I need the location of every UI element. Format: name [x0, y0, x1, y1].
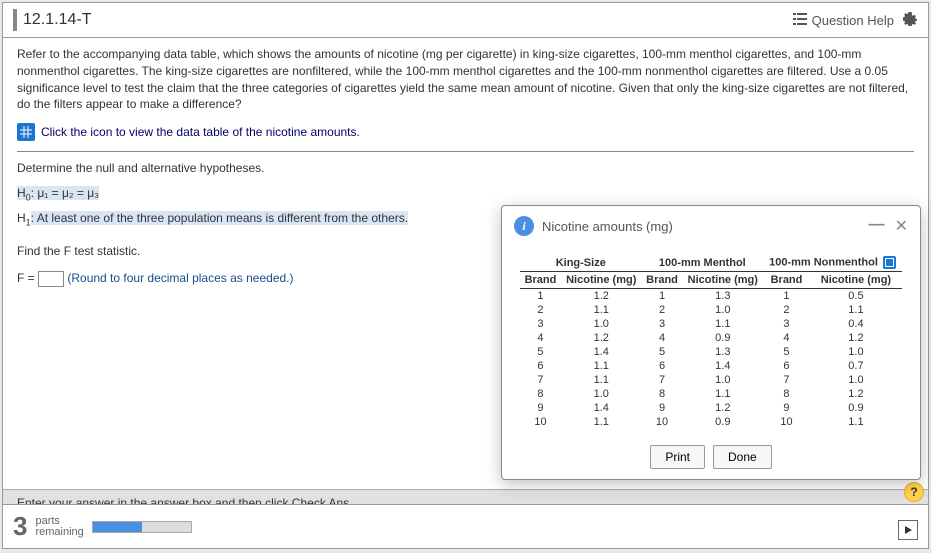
- top-bar: 12.1.14-T Question Help: [3, 3, 928, 38]
- app-window: 12.1.14-T Question Help Refer to the acc…: [2, 2, 929, 549]
- table-row: 91.491.290.9: [520, 401, 902, 415]
- f-equals: F =: [17, 271, 35, 285]
- f-input[interactable]: [38, 271, 64, 287]
- help-icon[interactable]: ?: [904, 482, 924, 502]
- next-button[interactable]: [898, 520, 918, 540]
- print-button[interactable]: Print: [650, 445, 705, 469]
- table-row: 61.161.460.7: [520, 359, 902, 373]
- table-row: 11.211.310.5: [520, 289, 902, 304]
- determine-label: Determine the null and alternative hypot…: [17, 160, 914, 177]
- table-row: 41.240.941.2: [520, 331, 902, 345]
- parts-label: parts: [35, 516, 83, 527]
- table-row: 21.121.021.1: [520, 303, 902, 317]
- close-button[interactable]: ✕: [895, 216, 908, 236]
- copy-icon[interactable]: [883, 256, 896, 269]
- group-head-1: 100-mm Menthol: [642, 254, 764, 272]
- progress-bar: [92, 521, 192, 533]
- info-icon: i: [514, 216, 534, 236]
- minimize-button[interactable]: —: [869, 216, 885, 236]
- group-head-0: King-Size: [520, 254, 642, 272]
- data-table: King-Size 100-mm Menthol 100-mm Nonmenth…: [520, 254, 902, 429]
- data-dialog: i Nicotine amounts (mg) — ✕ King-Size 10…: [501, 205, 921, 480]
- table-row: 71.171.071.0: [520, 373, 902, 387]
- dialog-title: Nicotine amounts (mg): [542, 219, 861, 234]
- table-icon: [17, 123, 35, 141]
- remaining-label: remaining: [35, 527, 83, 538]
- table-row: 31.031.130.4: [520, 317, 902, 331]
- divider: [17, 151, 914, 152]
- question-help-label: Question Help: [812, 13, 894, 28]
- done-button[interactable]: Done: [713, 445, 772, 469]
- question-help-button[interactable]: Question Help: [792, 11, 894, 30]
- group-head-2: 100-mm Nonmenthol: [763, 254, 902, 272]
- list-icon: [792, 11, 808, 30]
- table-row: 101.1100.9101.1: [520, 415, 902, 429]
- table-row: 81.081.181.2: [520, 387, 902, 401]
- null-hypothesis: H0: μ₁ = μ₂ = μ₃: [17, 185, 914, 204]
- problem-text: Refer to the accompanying data table, wh…: [17, 46, 914, 113]
- data-link-label: Click the icon to view the data table of…: [41, 124, 360, 141]
- gear-icon[interactable]: [902, 11, 918, 30]
- parts-count: 3: [13, 511, 27, 542]
- table-row: 51.451.351.0: [520, 345, 902, 359]
- view-data-link[interactable]: Click the icon to view the data table of…: [17, 123, 914, 141]
- question-number: 12.1.14-T: [13, 9, 91, 31]
- f-hint: (Round to four decimal places as needed.…: [67, 271, 293, 285]
- footer-bar: 3 parts remaining: [3, 504, 928, 548]
